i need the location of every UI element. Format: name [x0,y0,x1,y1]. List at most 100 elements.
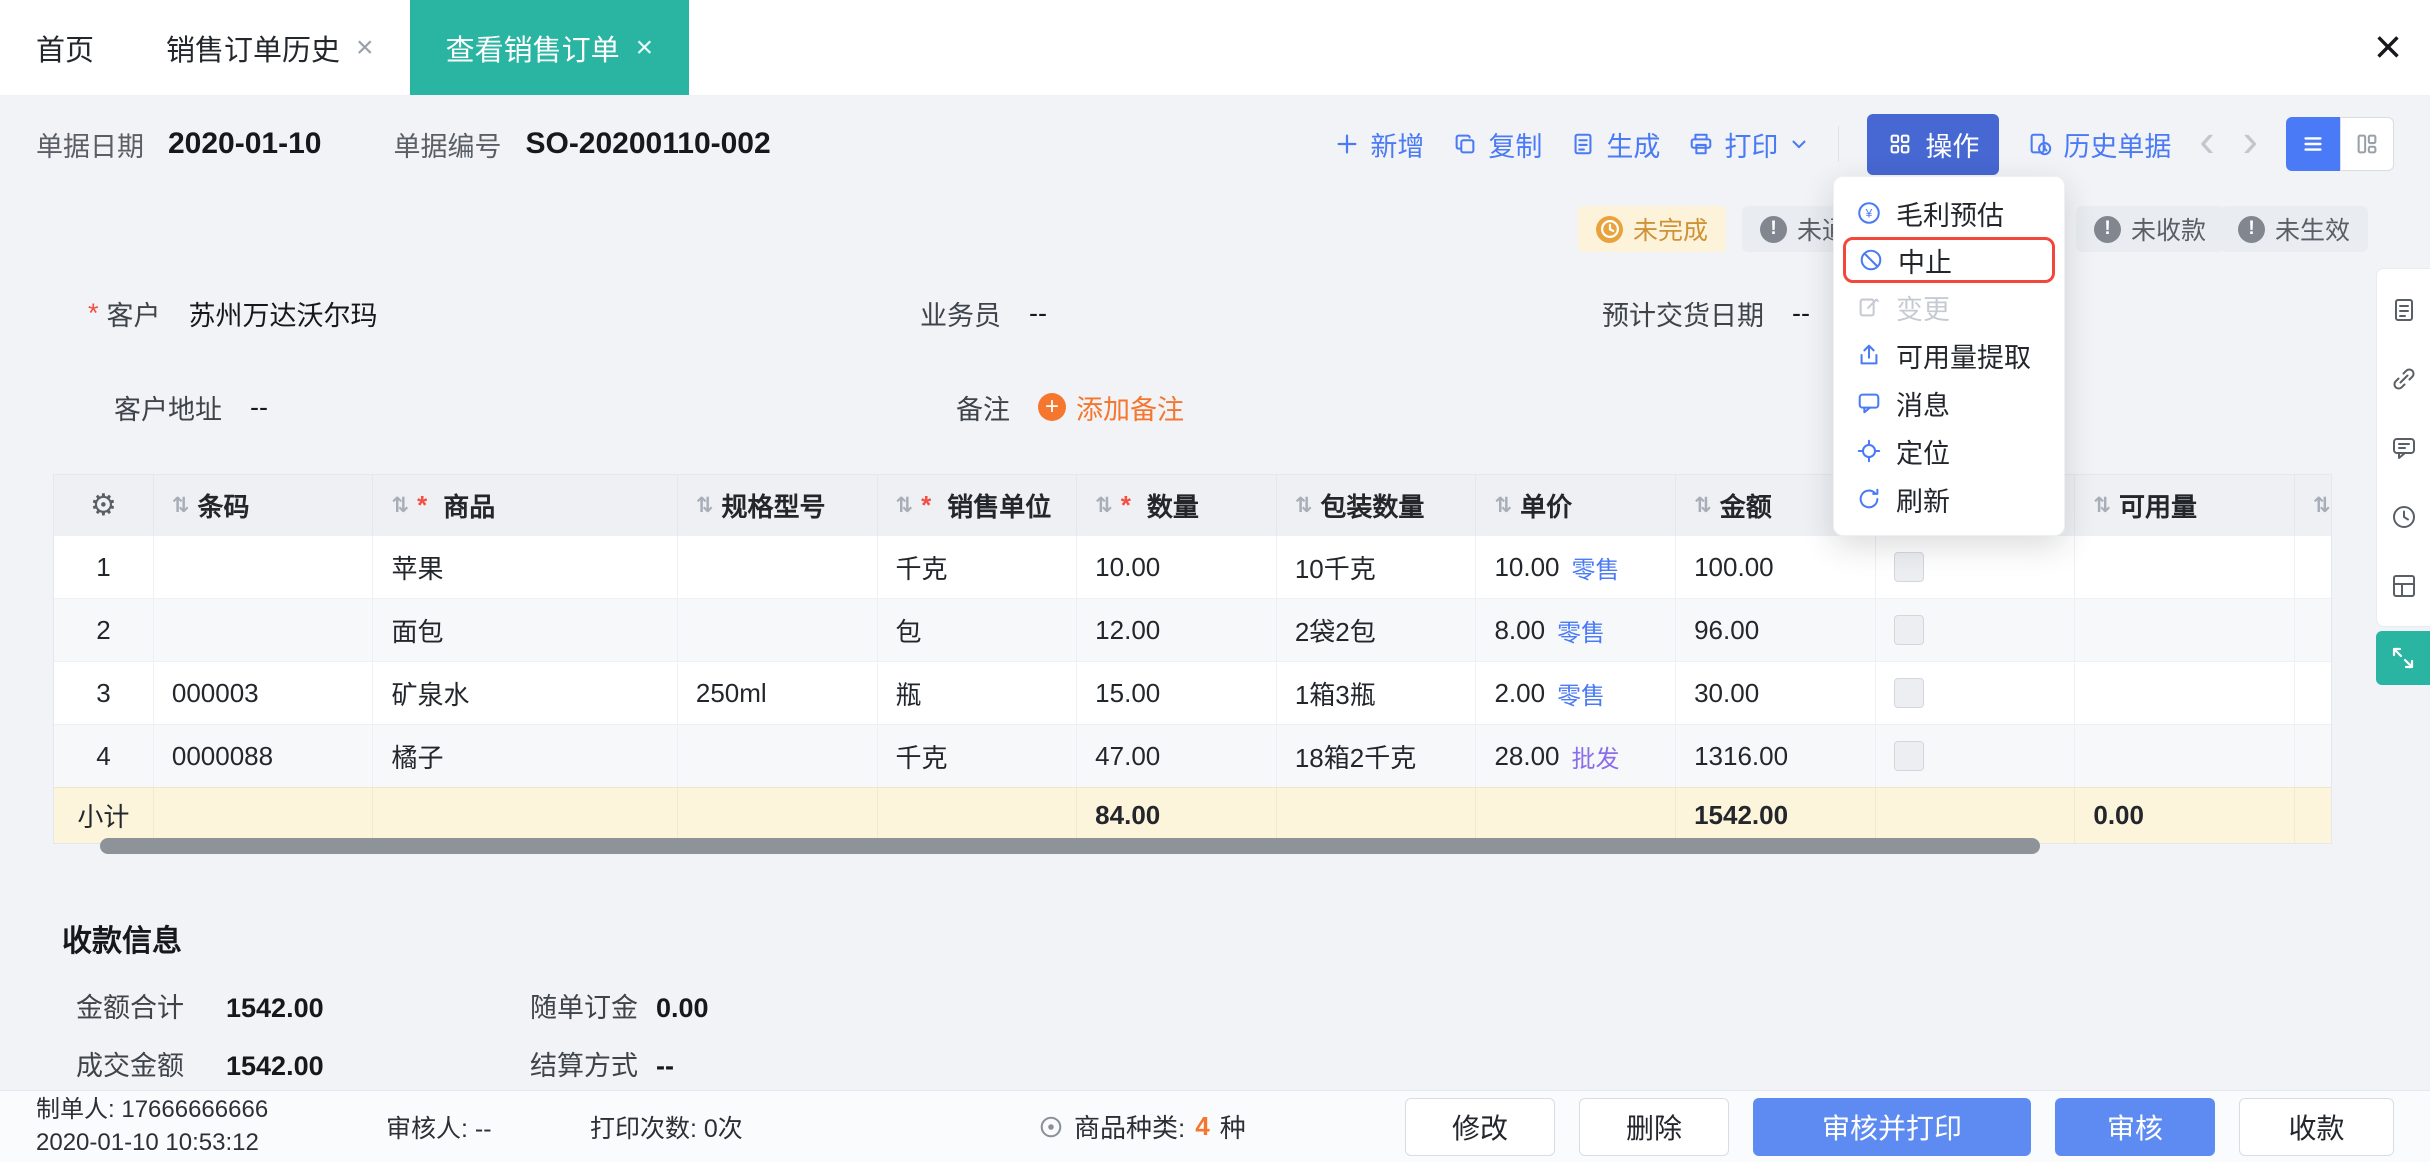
sort-icon[interactable]: ⇅ [696,493,714,518]
delete-button[interactable]: 删除 [1579,1097,1729,1156]
receive-payment-button[interactable]: 收款 [2239,1097,2394,1156]
row-checkbox[interactable] [1893,741,1924,771]
sort-icon[interactable]: ⇅ [1295,493,1313,518]
sort-icon[interactable]: ⇅ [896,493,914,518]
subtotal-available: 0.00 [2075,788,2295,843]
col-header-pack-qty[interactable]: ⇅ 包装数量 [1277,475,1477,535]
col-header-stub[interactable]: ⇅ [2295,475,2331,535]
prev-doc-arrow[interactable]: ‹ [2199,117,2214,163]
tab-close-icon[interactable]: × [636,32,654,63]
price-type-tag[interactable]: 零售 [1557,613,1605,648]
sort-icon[interactable]: ⇅ [172,493,190,518]
menu-item-abort[interactable]: 中止 [1843,237,2055,283]
related-docs-button[interactable] [2377,551,2430,620]
doc-no-value: SO-20200110-002 [525,127,771,160]
cell-row-index: 4 [54,725,154,787]
action-menu-button[interactable]: 操作 [1867,113,2000,175]
cell-barcode: 0000088 [154,725,374,787]
table-settings-cell[interactable]: ⚙ [54,475,154,535]
sort-icon[interactable]: ⇅ [1694,493,1712,518]
tab-view-sales-order[interactable]: 查看销售订单 × [409,0,690,95]
gear-icon[interactable]: ⚙ [90,488,117,523]
row-checkbox[interactable] [1893,552,1924,582]
col-header-price[interactable]: ⇅ 单价 [1476,475,1677,535]
window-close-icon[interactable]: × [2374,23,2402,72]
generate-icon [1574,133,1592,155]
cell-row-index: 3 [54,662,154,724]
table-row[interactable]: 1 苹果 千克 10.00 10千克 10.00 零售 100.00 [54,535,2331,598]
col-header-unit[interactable]: ⇅ * 销售单位 [878,475,1078,535]
subtotal-qty: 84.00 [1077,788,1277,843]
cell-select [1876,599,2076,661]
detail-panel-button[interactable] [2377,275,2430,344]
tab-close-icon[interactable]: × [356,32,374,63]
row-checkbox[interactable] [1893,678,1924,708]
clock-icon [1596,215,1623,243]
add-remark-button[interactable]: + 添加备注 [1038,388,1184,427]
message-icon [1858,393,1880,414]
message-panel-button[interactable] [2377,413,2430,482]
plus-circle-icon: + [1038,393,1066,421]
modify-button[interactable]: 修改 [1405,1097,1555,1156]
next-doc-arrow[interactable]: › [2243,117,2258,163]
card-view-button[interactable] [2340,117,2394,171]
audit-button[interactable]: 审核 [2055,1097,2215,1156]
cell-unit: 包 [878,599,1078,661]
cell-spec: 250ml [678,662,878,724]
col-header-qty[interactable]: ⇅ * 数量 [1077,475,1277,535]
form-row-1: * 客户 苏州万达沃尔玛 业务员 -- 预计交货日期 -- [0,288,2430,338]
add-button[interactable]: 新增 [1334,125,1424,164]
col-header-available[interactable]: ⇅ 可用量 [2075,475,2295,535]
audit-and-print-button[interactable]: 审核并打印 [1753,1097,2031,1156]
operation-log-button[interactable] [2377,482,2430,551]
generate-button[interactable]: 生成 [1570,125,1660,164]
price-type-tag[interactable]: 零售 [1557,676,1605,711]
menu-item-message[interactable]: 消息 [1834,379,2064,427]
deposit-label: 随单订金 [530,993,638,1023]
menu-item-available-extract[interactable]: 可用量提取 [1834,331,2064,379]
subtotal-label: 小计 [54,788,154,843]
cell-row-index: 1 [54,536,154,598]
menu-item-profit-estimate[interactable]: ¥ 毛利预估 [1834,189,2064,237]
history-docs-button[interactable]: 历史单据 [2027,125,2171,164]
sort-icon[interactable]: ⇅ [2313,493,2331,518]
expand-panel-button[interactable] [2376,631,2430,685]
table-row[interactable]: 3 000003 矿泉水 250ml 瓶 15.00 1箱3瓶 2.00 零售 3… [54,661,2331,724]
table-row[interactable]: 2 面包 包 12.00 2袋2包 8.00 零售 96.00 [54,598,2331,661]
cell-barcode [154,599,374,661]
tab-home[interactable]: 首页 [0,0,130,95]
status-badge-incomplete: 未完成 [1578,206,1727,252]
footer-bar: 制单人: 17666666666 2020-01-10 10:53:12 审核人… [0,1090,2430,1162]
menu-item-locate[interactable]: 定位 [1834,427,2064,475]
table-row[interactable]: 4 0000088 橘子 千克 47.00 18箱2千克 28.00 批发 131… [54,724,2331,787]
cell-select [1876,662,2076,724]
deal-amount-value: 1542.00 [226,1051,324,1081]
remark-label: 备注 [956,394,1010,425]
attachment-link-button[interactable] [2377,344,2430,413]
row-checkbox[interactable] [1893,615,1924,645]
sort-icon[interactable]: ⇅ [1095,493,1113,518]
menu-item-change[interactable]: 变更 [1834,283,2064,331]
total-amount-value: 1542.00 [226,993,324,1023]
refresh-icon [1859,488,1879,509]
sort-icon[interactable]: ⇅ [391,493,409,518]
print-button[interactable]: 打印 [1688,125,1810,164]
cell-qty: 10.00 [1077,536,1277,598]
list-view-icon [2304,137,2322,151]
remark-field: 备注 + 添加备注 [956,388,1184,427]
sort-icon[interactable]: ⇅ [1494,493,1512,518]
cell-price: 8.00 零售 [1476,599,1677,661]
col-header-barcode[interactable]: ⇅ 条码 [154,475,374,535]
tab-sales-order-history[interactable]: 销售订单历史 × [130,0,410,95]
payment-row-1: 金额合计 1542.00 随单订金 0.00 [76,986,709,1025]
sort-icon[interactable]: ⇅ [2093,493,2111,518]
col-header-spec[interactable]: ⇅ 规格型号 [678,475,878,535]
horizontal-scrollbar[interactable] [100,838,2040,854]
cell-select [1876,536,2076,598]
price-type-tag[interactable]: 零售 [1572,550,1620,585]
price-type-tag[interactable]: 批发 [1572,739,1620,774]
menu-item-refresh[interactable]: 刷新 [1834,475,2064,523]
list-view-button[interactable] [2286,117,2340,171]
col-header-product[interactable]: ⇅ * 商品 [373,475,678,535]
copy-button[interactable]: 复制 [1452,125,1542,164]
